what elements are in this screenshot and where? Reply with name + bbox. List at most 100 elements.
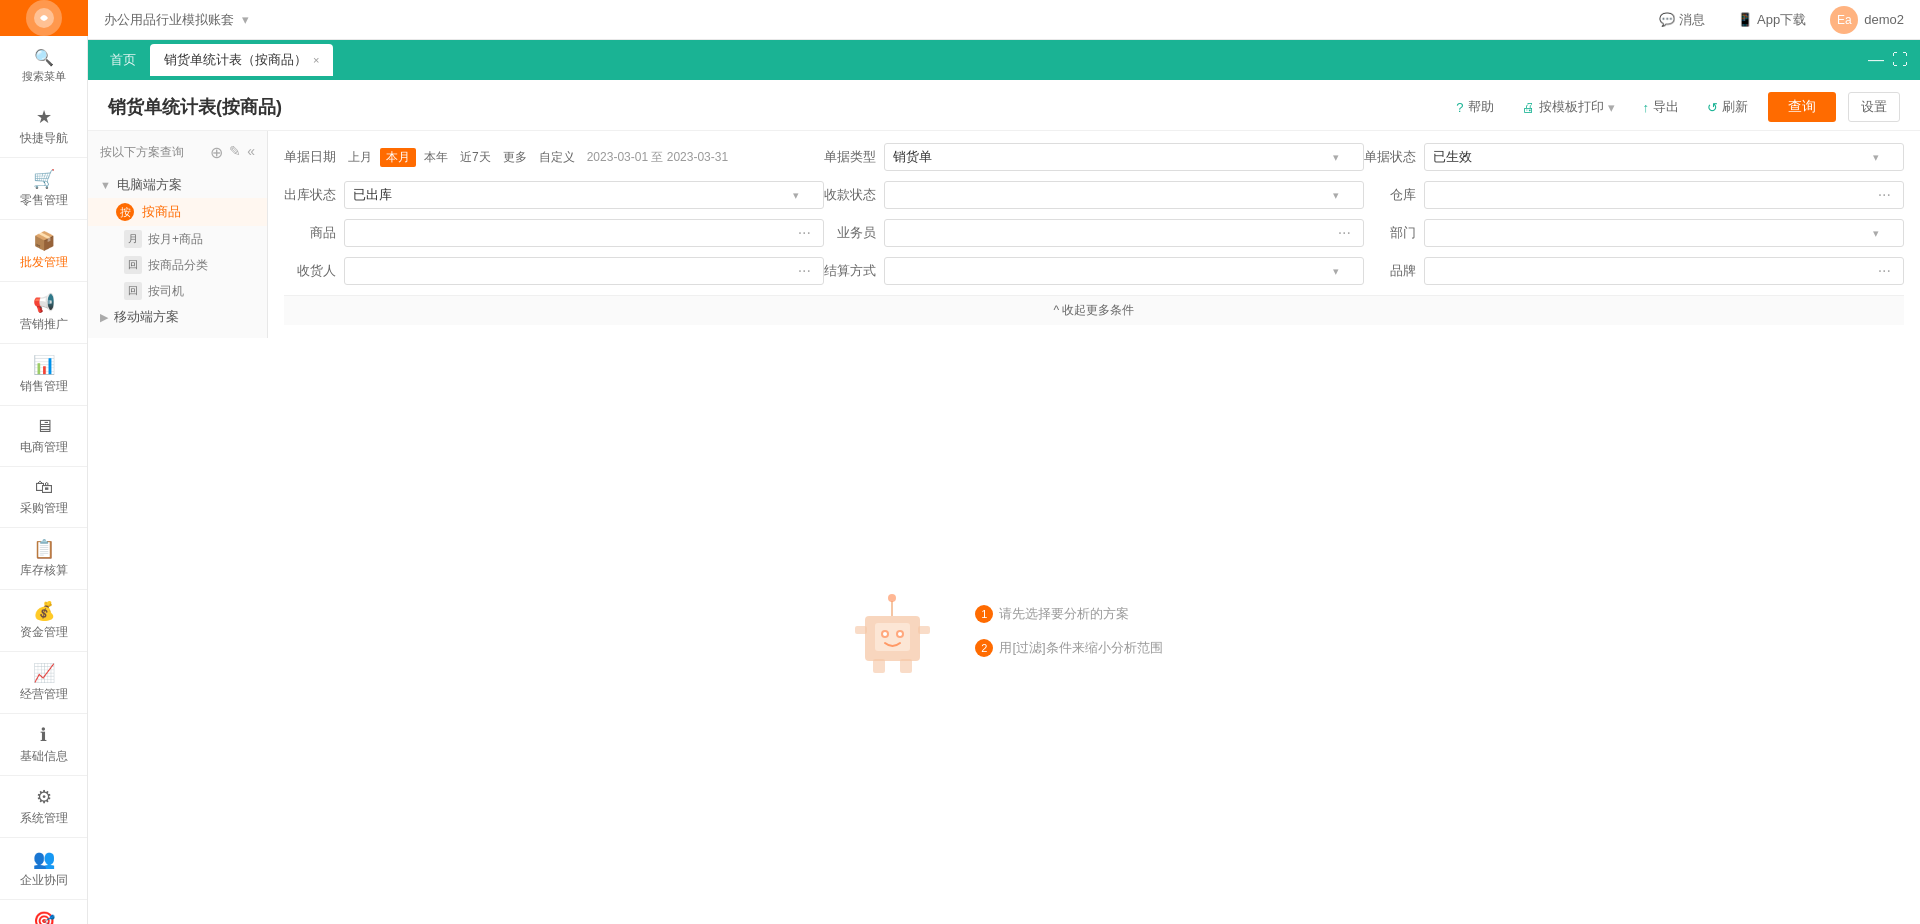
message-icon: 💬 [1659, 12, 1675, 27]
product-input[interactable]: ··· [344, 219, 824, 247]
mobile-group-arrow-icon: ▶ [100, 311, 108, 324]
purchase-icon: 🛍 [4, 477, 83, 498]
sidebar-item-quick-nav[interactable]: ★ 快捷导航 [0, 96, 87, 158]
scheme-group-pc: ▼ 电脑端方案 按 按商品 月 按月+商品 回 [88, 172, 267, 304]
filter-cell-doc-type: 单据类型 销货单 ▾ [824, 143, 1364, 171]
settings-btn[interactable]: 设置 [1848, 92, 1900, 122]
export-btn[interactable]: ↑ 导出 [1635, 94, 1688, 120]
marketing-icon: 📢 [4, 292, 83, 314]
scheme-collapse-icon[interactable]: « [247, 143, 255, 162]
doc-type-select[interactable]: 销货单 ▾ [884, 143, 1364, 171]
sidebar-item-retail[interactable]: 🛒 零售管理 [0, 158, 87, 220]
query-btn[interactable]: 查询 [1768, 92, 1836, 122]
system-icon: ⚙ [4, 786, 83, 808]
filter-row-4: 收货人 ··· 结算方式 ▾ [284, 257, 1904, 285]
header-right: 💬 消息 📱 App下载 Ea demo2 [1651, 6, 1904, 34]
empty-state: 1 请先选择要分析的方案 2 用[过滤]条件来缩小分析范围 [88, 338, 1920, 924]
download-icon: 📱 [1737, 12, 1753, 27]
brand-input[interactable]: ··· [1424, 257, 1904, 285]
receiver-dots[interactable]: ··· [794, 262, 815, 280]
app-download-btn[interactable]: 📱 App下载 [1729, 7, 1814, 33]
warehouse-label: 仓库 [1364, 186, 1416, 204]
filter-row-3: 商品 ··· 业务员 ··· [284, 219, 1904, 247]
sidebar-item-sales[interactable]: 📊 销售管理 [0, 344, 87, 406]
collab-icon: 👥 [4, 848, 83, 870]
scheme-group-pc-header[interactable]: ▼ 电脑端方案 [88, 172, 267, 198]
pc-group-arrow-icon: ▼ [100, 179, 111, 191]
print-btn[interactable]: 🖨 按模板打印 ▾ [1514, 94, 1623, 120]
page-actions: ? 帮助 🖨 按模板打印 ▾ ↑ 导出 ↺ 刷新 [1448, 92, 1900, 122]
wholesale-icon: 📦 [4, 230, 83, 252]
message-btn[interactable]: 💬 消息 [1651, 7, 1713, 33]
brand-dots[interactable]: ··· [1874, 262, 1895, 280]
window-expand-icon[interactable]: ⛶ [1892, 51, 1908, 69]
collapse-bar[interactable]: ^ 收起更多条件 [284, 295, 1904, 325]
shortcut-this-year[interactable]: 本年 [420, 148, 452, 167]
scheme-add-icon[interactable]: ⊕ [210, 143, 223, 162]
scheme-header: 按以下方案查询 ⊕ ✎ « [88, 139, 267, 166]
doc-type-label: 单据类型 [824, 148, 876, 166]
sidebar-item-collab[interactable]: 👥 企业协同 [0, 838, 87, 900]
receive-status-label: 收款状态 [824, 186, 876, 204]
help-btn[interactable]: ? 帮助 [1448, 94, 1501, 120]
scheme-subgroup-driver[interactable]: 回 按司机 [88, 278, 267, 304]
sidebar-item-basic-info[interactable]: ℹ 基础信息 [0, 714, 87, 776]
scheme-subgroup-month[interactable]: 月 按月+商品 [88, 226, 267, 252]
product-label: 商品 [284, 224, 336, 242]
print-icon: 🖨 [1522, 100, 1535, 115]
shortcut-7days[interactable]: 近7天 [456, 148, 495, 167]
shortcut-more[interactable]: 更多 [499, 148, 531, 167]
sidebar-item-inventory[interactable]: 📋 库存核算 [0, 528, 87, 590]
window-minimize-icon[interactable]: — [1868, 51, 1884, 69]
user-area[interactable]: Ea demo2 [1830, 6, 1904, 34]
receive-status-arrow: ▾ [1333, 189, 1339, 202]
receive-status-select[interactable]: ▾ [884, 181, 1364, 209]
page-container: 销货单统计表(按商品) ? 帮助 🖨 按模板打印 ▾ ↑ 导出 [88, 80, 1920, 924]
sidebar-item-guide[interactable]: 🎯 新手引导 [0, 900, 87, 924]
help-icon: ? [1456, 100, 1463, 115]
warehouse-input[interactable]: ··· [1424, 181, 1904, 209]
tab-close-icon[interactable]: × [313, 54, 319, 66]
sidebar-item-operations[interactable]: 📈 经营管理 [0, 652, 87, 714]
sidebar-item-finance[interactable]: 💰 资金管理 [0, 590, 87, 652]
tab-active[interactable]: 销货单统计表（按商品） × [150, 44, 333, 76]
sidebar-item-wholesale[interactable]: 📦 批发管理 [0, 220, 87, 282]
scheme-group-mobile-header[interactable]: ▶ 移动端方案 [88, 304, 267, 330]
sidebar-item-ecommerce[interactable]: 🖥 电商管理 [0, 406, 87, 467]
scheme-edit-icon[interactable]: ✎ [229, 143, 241, 162]
export-icon: ↑ [1643, 100, 1650, 115]
scheme-item-product[interactable]: 按 按商品 [88, 198, 267, 226]
warehouse-dots[interactable]: ··· [1874, 186, 1895, 204]
pc-group-label: 电脑端方案 [117, 176, 182, 194]
sidebar-item-system[interactable]: ⚙ 系统管理 [0, 776, 87, 838]
sidebar-item-purchase[interactable]: 🛍 采购管理 [0, 467, 87, 528]
date-label: 单据日期 [284, 148, 336, 166]
sidebar-item-marketing[interactable]: 📢 营销推广 [0, 282, 87, 344]
salesperson-dots[interactable]: ··· [1334, 224, 1355, 242]
receiver-input[interactable]: ··· [344, 257, 824, 285]
filter-right-panel: 单据日期 上月 本月 本年 近7天 更多 自定义 20 [268, 131, 1920, 338]
shortcut-custom[interactable]: 自定义 [535, 148, 579, 167]
product-dots[interactable]: ··· [794, 224, 815, 242]
shortcut-this-month[interactable]: 本月 [380, 148, 416, 167]
scheme-subgroup-category[interactable]: 回 按商品分类 [88, 252, 267, 278]
quick-nav-icon: ★ [4, 106, 83, 128]
avatar: Ea [1830, 6, 1858, 34]
sidebar-search[interactable]: 🔍 搜索菜单 [0, 36, 87, 96]
doc-status-label: 单据状态 [1364, 148, 1416, 166]
salesperson-input[interactable]: ··· [884, 219, 1364, 247]
out-status-select[interactable]: 已出库 ▾ [344, 181, 824, 209]
logo-icon [26, 0, 62, 36]
industry-dropdown-icon[interactable]: ▾ [242, 12, 249, 27]
filter-row-2: 出库状态 已出库 ▾ 收款状态 ▾ [284, 181, 1904, 209]
page-title: 销货单统计表(按商品) [108, 95, 282, 119]
tab-home[interactable]: 首页 [100, 51, 146, 69]
payment-select[interactable]: ▾ [884, 257, 1364, 285]
refresh-btn[interactable]: ↺ 刷新 [1699, 94, 1756, 120]
shortcut-last-month[interactable]: 上月 [344, 148, 376, 167]
department-label: 部门 [1364, 224, 1416, 242]
department-select[interactable]: ▾ [1424, 219, 1904, 247]
date-control: 上月 本月 本年 近7天 更多 自定义 2023-03-01 至 2023-03… [344, 148, 824, 167]
scheme-header-icons: ⊕ ✎ « [210, 143, 255, 162]
doc-status-select[interactable]: 已生效 ▾ [1424, 143, 1904, 171]
